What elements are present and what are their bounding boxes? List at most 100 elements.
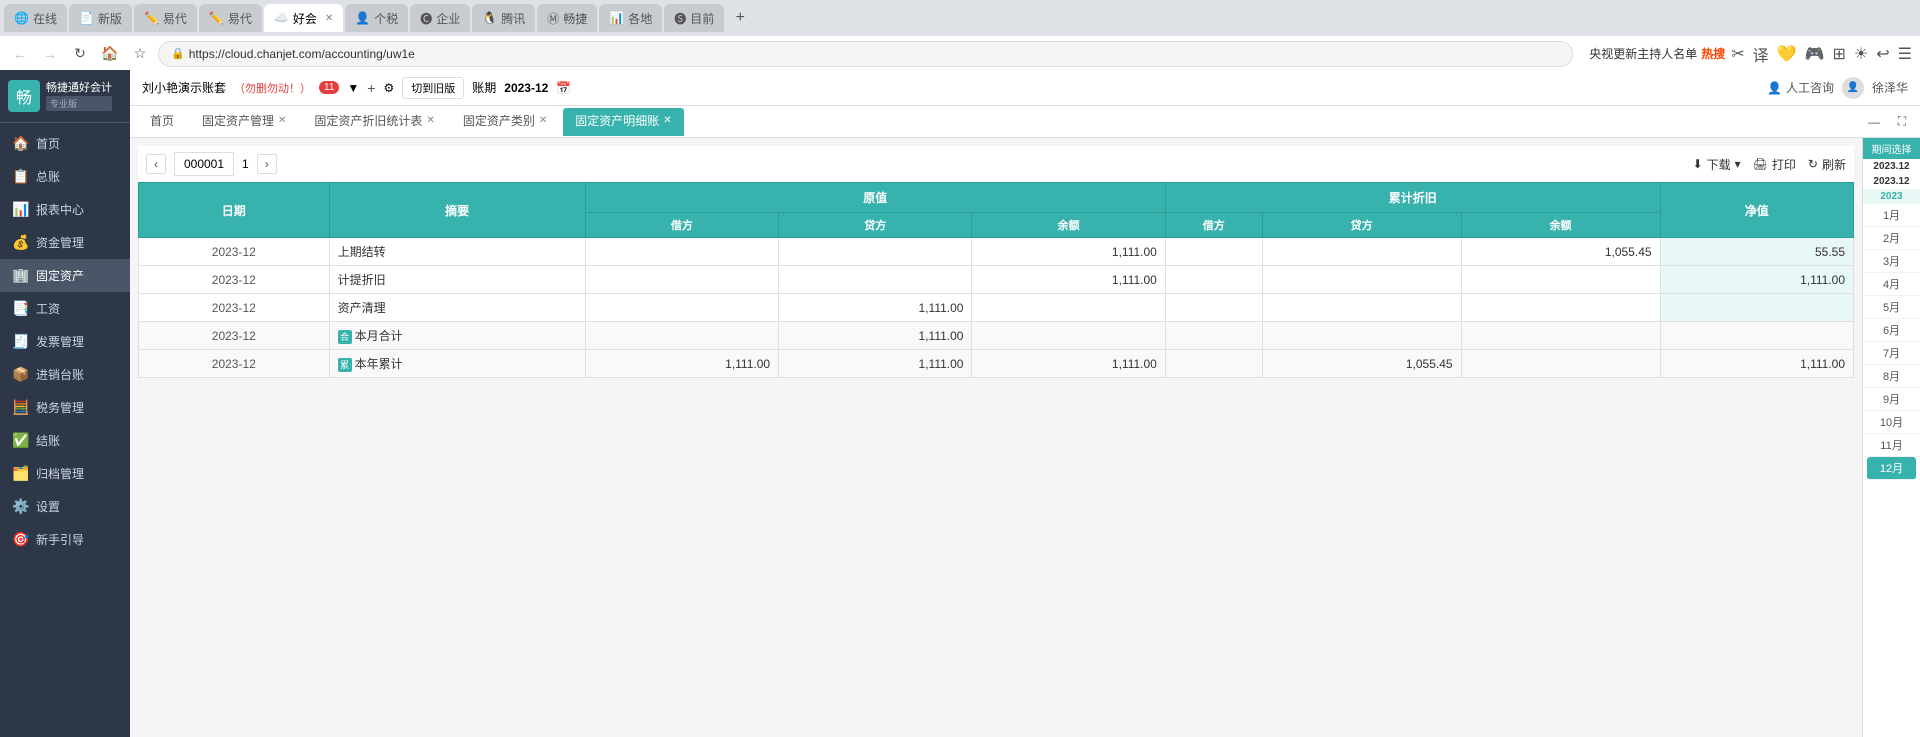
maximize-button[interactable]: ⛶ (1892, 112, 1912, 132)
browser-tab-new[interactable]: 📄 新版 (69, 4, 132, 32)
period-month-6[interactable]: 6月 (1863, 319, 1920, 342)
col-header-ov-balance: 余额 (972, 213, 1165, 238)
reports-icon: 📊 (12, 201, 28, 218)
tab-close-3[interactable]: ✕ (539, 115, 547, 126)
grid-icon[interactable]: ⊞ (1833, 44, 1846, 64)
help-button[interactable]: 👤 人工咨询 (1767, 79, 1834, 96)
add-button[interactable]: + (367, 80, 375, 96)
settings-small-icon[interactable]: ⚙ (383, 81, 394, 95)
sidebar-item-archive[interactable]: 🗂️ 归档管理 (0, 457, 130, 490)
col-header-ad-balance: 余额 (1461, 213, 1660, 238)
period-month-8[interactable]: 8月 (1863, 365, 1920, 388)
browser-tab-close[interactable]: ✕ (325, 13, 333, 24)
row5-ad-debit (1165, 350, 1262, 378)
browser-tab-yidai2[interactable]: ✏️ 易代 (199, 4, 262, 32)
page-tab-bar: 首页 固定资产管理 ✕ 固定资产折旧统计表 ✕ 固定资产类别 ✕ 固定资产明细账… (130, 106, 1920, 138)
period-month-7[interactable]: 7月 (1863, 342, 1920, 365)
address-bar[interactable]: 🔒 https://cloud.chanjet.com/accounting/u… (158, 41, 1573, 67)
prev-page-button[interactable]: ‹ (146, 154, 166, 174)
period-label: 账期 (472, 79, 496, 96)
gamepad-icon[interactable]: 🎮 (1805, 44, 1825, 64)
tab-fixed-asset-mgmt[interactable]: 固定资产管理 ✕ (190, 108, 298, 136)
user-avatar[interactable]: 👤 (1842, 77, 1864, 99)
sidebar-item-settings[interactable]: ⚙️ 设置 (0, 490, 130, 523)
sidebar-item-purchase[interactable]: 📦 进销台账 (0, 358, 130, 391)
sidebar-item-ledger[interactable]: 📋 总账 (0, 160, 130, 193)
browser-tab-muqian[interactable]: 🅢 目前 (664, 4, 724, 32)
tab-close-1[interactable]: ✕ (278, 115, 286, 126)
tab-window-controls: — ⛶ (1864, 112, 1912, 132)
sidebar-item-tax[interactable]: 🧮 税务管理 (0, 391, 130, 424)
browser-tab-yidai1[interactable]: ✏️ 易代 (134, 4, 197, 32)
guide-icon: 🎯 (12, 531, 28, 548)
switch-version-button[interactable]: 切到旧版 (402, 77, 464, 99)
period-month-2[interactable]: 2月 (1863, 227, 1920, 250)
download-arrow: ▾ (1735, 157, 1741, 171)
row3-ad-credit (1262, 294, 1461, 322)
scissors-icon[interactable]: ✂ (1731, 44, 1744, 64)
tab-depreciation-stats[interactable]: 固定资产折旧统计表 ✕ (302, 108, 446, 136)
sidebar-item-reports[interactable]: 📊 报表中心 (0, 193, 130, 226)
menu-icon[interactable]: ☰ (1898, 44, 1912, 64)
print-button[interactable]: 🖨 打印 (1753, 156, 1796, 173)
period-selected-end[interactable]: 2023.12 (1863, 174, 1920, 189)
logo-icon: 畅 (8, 80, 40, 112)
period-month-9[interactable]: 9月 (1863, 388, 1920, 411)
download-button[interactable]: ⬇ 下载 ▾ (1693, 156, 1741, 173)
forward-button[interactable]: → (38, 42, 62, 66)
dropdown-arrow[interactable]: ▼ (347, 81, 359, 95)
period-month-4[interactable]: 4月 (1863, 273, 1920, 296)
sidebar-item-funds[interactable]: 💰 资金管理 (0, 226, 130, 259)
calendar-icon[interactable]: 📅 (556, 81, 571, 95)
browser-tab-geshui[interactable]: 👤 个税 (345, 4, 408, 32)
tab-close-4[interactable]: ✕ (663, 115, 671, 126)
sidebar-item-payroll[interactable]: 📑 工资 (0, 292, 130, 325)
sidebar-item-guide[interactable]: 🎯 新手引导 (0, 523, 130, 556)
browser-tab-changjie[interactable]: Ⓜ 畅捷 (537, 4, 597, 32)
toolbar-right: ⬇ 下载 ▾ 🖨 打印 ↻ 刷新 (1693, 156, 1846, 173)
row2-date: 2023-12 (139, 266, 330, 294)
table-row-yearly-total: 2023-12 累本年累计 1,111.00 1,111.00 1,111.00… (139, 350, 1854, 378)
funds-icon: 💰 (12, 234, 28, 251)
main-content: 刘小艳演示账套 （勿删勿动！） 11 ▼ + ⚙ 切到旧版 账期 2023-12… (130, 70, 1920, 737)
brightness-icon[interactable]: ☀ (1854, 44, 1868, 64)
page-number-input[interactable]: 000001 (174, 152, 234, 176)
browser-tab-haohui[interactable]: ☁️ 好会 ✕ (264, 4, 343, 32)
refresh-button[interactable]: ↻ 刷新 (1808, 156, 1846, 173)
period-month-10[interactable]: 10月 (1863, 411, 1920, 434)
col-header-ad-debit: 借方 (1165, 213, 1262, 238)
row1-ad-debit (1165, 238, 1262, 266)
tab-asset-category[interactable]: 固定资产类别 ✕ (451, 108, 559, 136)
minimize-button[interactable]: — (1864, 112, 1884, 132)
sidebar-item-invoice[interactable]: 🧾 发票管理 (0, 325, 130, 358)
browser-tab-online[interactable]: 🌐 在线 (4, 4, 67, 32)
undo-icon[interactable]: ↩ (1876, 44, 1889, 64)
archive-icon: 🗂️ (12, 465, 28, 482)
sidebar-item-close[interactable]: ✅ 结账 (0, 424, 130, 457)
tab-home[interactable]: 首页 (138, 108, 186, 136)
reload-button[interactable]: ↻ (68, 42, 92, 66)
tab-close-2[interactable]: ✕ (426, 115, 434, 126)
period-month-3[interactable]: 3月 (1863, 250, 1920, 273)
browser-tab-tengxun[interactable]: 🐧 腾讯 (472, 4, 535, 32)
period-month-11[interactable]: 11月 (1863, 434, 1920, 457)
back-button[interactable]: ← (8, 42, 32, 66)
sidebar-item-home[interactable]: 🏠 首页 (0, 127, 130, 160)
row1-ov-debit (585, 238, 778, 266)
period-month-12[interactable]: 12月 (1867, 457, 1916, 480)
bookmark-button[interactable]: ☆ (128, 42, 152, 66)
col-header-date: 日期 (139, 183, 330, 238)
home-button[interactable]: 🏠 (98, 42, 122, 66)
translate-icon[interactable]: 译 (1753, 42, 1769, 66)
next-page-button[interactable]: › (257, 154, 277, 174)
period-month-1[interactable]: 1月 (1863, 204, 1920, 227)
new-tab-button[interactable]: + (726, 4, 754, 32)
tab-asset-detail[interactable]: 固定资产明细账 ✕ (563, 108, 683, 136)
browser-tab-qiye[interactable]: 🅒 企业 (410, 4, 470, 32)
wallet-icon[interactable]: 💛 (1777, 44, 1797, 64)
period-month-5[interactable]: 5月 (1863, 296, 1920, 319)
row2-ov-credit (779, 266, 972, 294)
browser-tab-gedi[interactable]: 📊 各地 (599, 4, 662, 32)
sidebar-item-fixed-assets[interactable]: 🏢 固定资产 (0, 259, 130, 292)
period-selected-start[interactable]: 2023.12 (1863, 159, 1920, 174)
